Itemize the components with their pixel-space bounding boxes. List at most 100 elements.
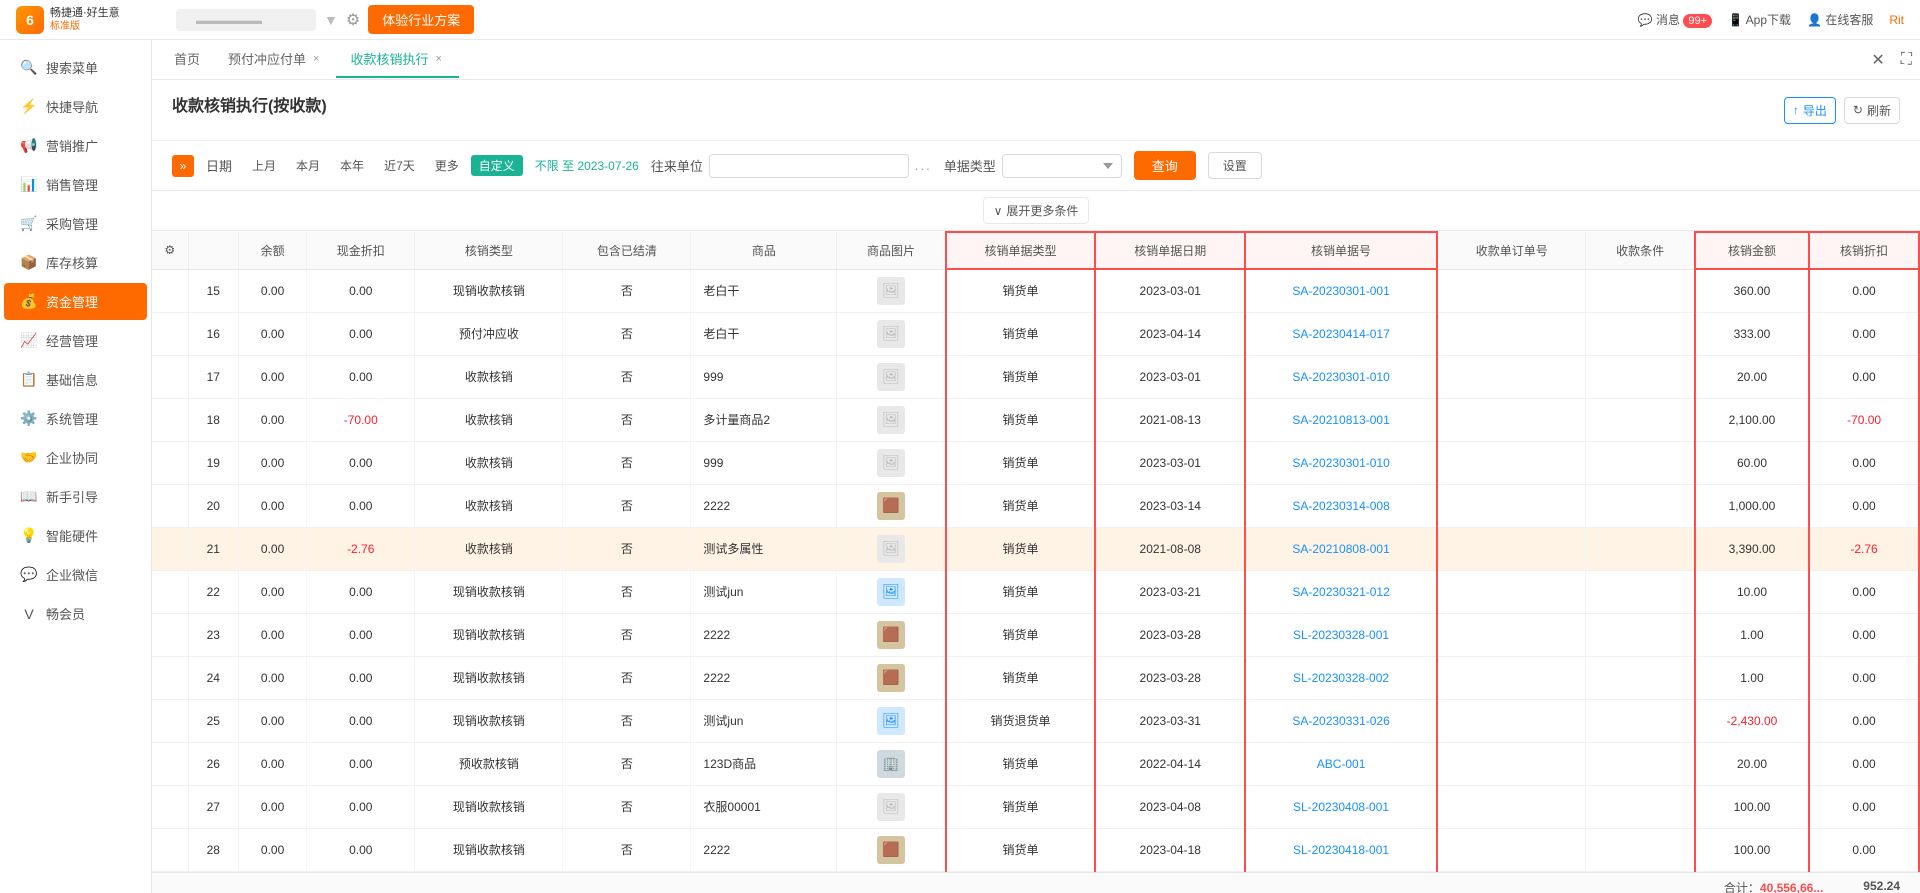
industry-solution-btn[interactable]: 体验行业方案 bbox=[368, 5, 474, 34]
date-pill-last-month[interactable]: 上月 bbox=[244, 155, 284, 176]
doc-no-link[interactable]: SL-20230328-002 bbox=[1293, 671, 1389, 685]
cell-cash-discount: 0.00 bbox=[307, 613, 415, 656]
setting-btn[interactable]: 设置 bbox=[1208, 152, 1262, 179]
date-pill-more[interactable]: 更多 bbox=[427, 155, 467, 176]
sidebar-item-search[interactable]: 🔍 搜索菜单 bbox=[4, 49, 147, 86]
doc-no-link[interactable]: SA-20230301-001 bbox=[1292, 284, 1389, 298]
cell-balance: 0.00 bbox=[238, 828, 306, 871]
doc-no-link[interactable]: SA-20230314-008 bbox=[1292, 499, 1389, 513]
dropdown-icon[interactable]: ▼ bbox=[324, 12, 338, 28]
sidebar-item-hardware[interactable]: 💡 智能硬件 bbox=[4, 517, 147, 554]
date-pill-custom[interactable]: 自定义 bbox=[471, 155, 523, 176]
doc-no-link[interactable]: SA-20230301-010 bbox=[1292, 456, 1389, 470]
sidebar-item-marketing[interactable]: 📢 营销推广 bbox=[4, 127, 147, 164]
cell-settled: 否 bbox=[563, 699, 691, 742]
cell-discount: -70.00 bbox=[1809, 398, 1919, 441]
expand-more-btn[interactable]: ∨ 展开更多条件 bbox=[983, 197, 1090, 224]
counterpart-input[interactable] bbox=[709, 154, 909, 178]
tab-prepay[interactable]: 预付冲应付单 × bbox=[214, 41, 336, 78]
sidebar-item-guide[interactable]: 📖 新手引导 bbox=[4, 478, 147, 515]
doc-no-link[interactable]: SA-20230321-012 bbox=[1292, 585, 1389, 599]
sidebar-item-sales[interactable]: 📊 销售管理 bbox=[4, 166, 147, 203]
doc-no-link[interactable]: SA-20210808-001 bbox=[1292, 542, 1389, 556]
cell-seq: 19 bbox=[188, 441, 238, 484]
sidebar-item-wechat[interactable]: 💬 企业微信 bbox=[4, 556, 147, 593]
app-download[interactable]: 📱 App下载 bbox=[1728, 11, 1791, 28]
tab-bar: 首页 预付冲应付单 × 收款核销执行 × ✕ ⛶ bbox=[152, 40, 1920, 80]
table-footer: 合计：40,556,66... 952.24 bbox=[152, 872, 1920, 893]
sidebar-item-operations[interactable]: 📈 经营管理 bbox=[4, 322, 147, 359]
col-settled: 包含已结清 bbox=[563, 232, 691, 269]
cell-settled: 否 bbox=[563, 570, 691, 613]
cell-doc-no: SA-20230301-010 bbox=[1245, 355, 1437, 398]
search-icon: 🔍 bbox=[20, 59, 38, 76]
receipt-type-select[interactable] bbox=[1002, 154, 1122, 178]
cell-settled: 否 bbox=[563, 484, 691, 527]
col-gear[interactable]: ⚙ bbox=[152, 232, 188, 269]
sidebar-item-basic-info[interactable]: 📋 基础信息 bbox=[4, 361, 147, 398]
date-pill-this-month[interactable]: 本月 bbox=[288, 155, 328, 176]
doc-no-link[interactable]: ABC-001 bbox=[1317, 757, 1366, 771]
cell-amount: 20.00 bbox=[1695, 355, 1809, 398]
cell-doc-type: 销货单 bbox=[946, 312, 1096, 355]
sidebar-item-system[interactable]: ⚙️ 系统管理 bbox=[4, 400, 147, 437]
cell-type: 收款核销 bbox=[415, 484, 563, 527]
sidebar-item-purchase[interactable]: 🛒 采购管理 bbox=[4, 205, 147, 242]
cell-receipt-cond bbox=[1586, 312, 1695, 355]
tab-prepay-close[interactable]: × bbox=[310, 52, 322, 66]
doc-no-link[interactable]: SA-20230301-010 bbox=[1292, 370, 1389, 384]
user-name[interactable]: Rit bbox=[1889, 13, 1904, 27]
app-logo-text: 畅捷通·好生意 标准版 bbox=[50, 6, 120, 33]
cell-doc-date: 2023-04-18 bbox=[1095, 828, 1245, 871]
maximize-icon[interactable]: ⛶ bbox=[1901, 51, 1912, 69]
col-amount: 核销金额 bbox=[1695, 232, 1809, 269]
cell-doc-no: SA-20230331-026 bbox=[1245, 699, 1437, 742]
cell-goods-img: 🟫 bbox=[837, 484, 946, 527]
cell-goods: 测试jun bbox=[691, 570, 837, 613]
doc-no-link[interactable]: SL-20230418-001 bbox=[1293, 843, 1389, 857]
sidebar-item-inventory[interactable]: 📦 库存核算 bbox=[4, 244, 147, 281]
cell-gear bbox=[152, 441, 188, 484]
settings-icon[interactable]: ⚙ bbox=[346, 10, 360, 30]
tab-home[interactable]: 首页 bbox=[160, 41, 214, 78]
cell-gear bbox=[152, 785, 188, 828]
table-row: 27 0.00 0.00 现销收款核销 否 衣服00001 🖼 销货单 2023… bbox=[152, 785, 1919, 828]
doc-no-link[interactable]: SA-20230331-026 bbox=[1292, 714, 1389, 728]
receipt-type-label: 单据类型 bbox=[944, 156, 996, 175]
date-pill-this-year[interactable]: 本年 bbox=[332, 155, 372, 176]
cell-goods-img: 🖼 bbox=[837, 269, 946, 312]
doc-no-link[interactable]: SL-20230328-001 bbox=[1293, 628, 1389, 642]
cell-receipt-cond bbox=[1586, 785, 1695, 828]
doc-no-link[interactable]: SA-20210813-001 bbox=[1292, 413, 1389, 427]
cell-receipt-order bbox=[1437, 570, 1586, 613]
date-pills: 上月 本月 本年 近7天 更多 自定义 bbox=[244, 155, 523, 176]
cell-gear bbox=[152, 527, 188, 570]
close-window-icon[interactable]: ✕ bbox=[1871, 50, 1884, 70]
tab-writeoff[interactable]: 收款核销执行 × bbox=[336, 41, 458, 78]
cell-receipt-order bbox=[1437, 785, 1586, 828]
doc-no-link[interactable]: SA-20230414-017 bbox=[1292, 327, 1389, 341]
col-type: 核销类型 bbox=[415, 232, 563, 269]
footer-total-amount: 合计：40,556,66... bbox=[1724, 879, 1823, 893]
export-btn[interactable]: ↑ 导出 bbox=[1784, 97, 1836, 124]
cell-amount: 10.00 bbox=[1695, 570, 1809, 613]
table-row: 25 0.00 0.00 现销收款核销 否 测试jun 🖼 销货退货单 2023… bbox=[152, 699, 1919, 742]
cell-amount: 60.00 bbox=[1695, 441, 1809, 484]
filter-expand-btn[interactable]: » bbox=[172, 155, 194, 177]
refresh-btn[interactable]: ↻ 刷新 bbox=[1844, 97, 1900, 124]
cell-doc-no: SA-20230321-012 bbox=[1245, 570, 1437, 613]
sidebar-item-quick-nav[interactable]: ⚡ 快捷导航 bbox=[4, 88, 147, 125]
cell-goods-img: 🖼 bbox=[837, 398, 946, 441]
online-service[interactable]: 👤 在线客服 bbox=[1807, 11, 1873, 28]
doc-no-link[interactable]: SL-20230408-001 bbox=[1293, 800, 1389, 814]
date-pill-7days[interactable]: 近7天 bbox=[376, 155, 423, 176]
cell-settled: 否 bbox=[563, 441, 691, 484]
sidebar-item-vip[interactable]: V 畅会员 bbox=[4, 595, 147, 632]
sidebar-item-finance[interactable]: 💰 资金管理 bbox=[4, 283, 147, 320]
query-btn[interactable]: 查询 bbox=[1134, 151, 1196, 180]
tab-writeoff-close[interactable]: × bbox=[432, 52, 444, 66]
col-doc-date: 核销单据日期 bbox=[1095, 232, 1245, 269]
notification-area[interactable]: 💬 消息 99+ bbox=[1638, 11, 1712, 28]
cell-seq: 24 bbox=[188, 656, 238, 699]
sidebar-item-cooperation[interactable]: 🤝 企业协同 bbox=[4, 439, 147, 476]
